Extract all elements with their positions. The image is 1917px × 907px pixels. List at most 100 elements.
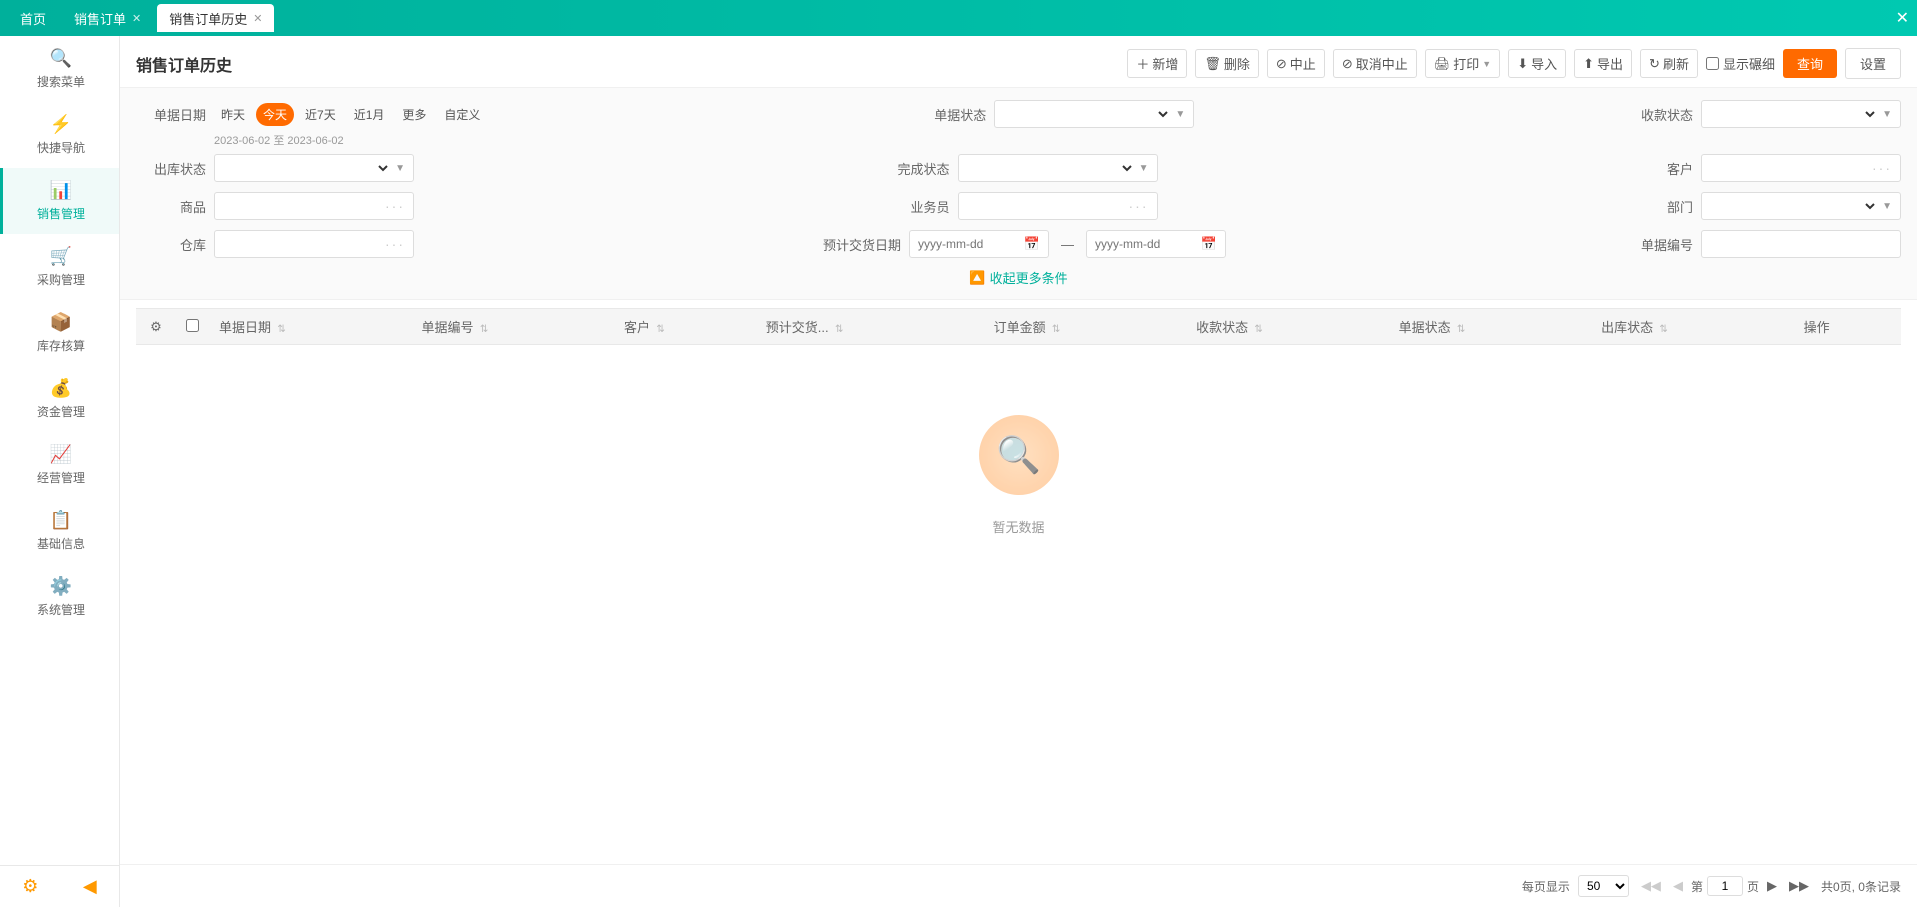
stop-button[interactable]: ⊘ 中止 [1267, 49, 1325, 78]
sort-customer-icon[interactable]: ⇅ [656, 324, 664, 335]
order-num-text-input[interactable] [1710, 237, 1892, 251]
purchase-mgmt-icon: 🛒 [50, 246, 72, 267]
sort-date-icon[interactable]: ⇅ [277, 324, 285, 335]
complete-select[interactable]: ▼ [958, 154, 1158, 182]
sort-num-icon[interactable]: ⇅ [480, 324, 488, 335]
tab-sales-order-close[interactable]: ✕ [132, 12, 141, 25]
export-button[interactable]: ⬆ 导出 [1574, 49, 1632, 78]
delivery-date-to[interactable]: 📅 [1086, 230, 1226, 258]
th-date[interactable]: 单据日期 ⇅ [209, 309, 412, 345]
th-customer[interactable]: 客户 ⇅ [614, 309, 756, 345]
cancel-stop-button[interactable]: ⊘ 取消中止 [1333, 49, 1417, 78]
salesperson-dots-btn[interactable]: ··· [1129, 198, 1149, 214]
sidebar-item-operations[interactable]: 📈 经营管理 [0, 432, 119, 498]
customer-text-input[interactable] [1710, 161, 1868, 175]
collapse-more-row[interactable]: 🔼 收起更多条件 [136, 268, 1901, 287]
calendar-to-icon[interactable]: 📅 [1201, 236, 1217, 252]
sort-amount-icon[interactable]: ⇅ [1052, 324, 1060, 335]
th-gear[interactable]: ⚙ [136, 309, 176, 345]
tab-sales-order[interactable]: 销售订单 ✕ [62, 4, 153, 32]
page-size-select[interactable]: 50 10 20 100 [1578, 875, 1629, 897]
delete-button[interactable]: 🗑 删除 [1195, 49, 1259, 78]
th-check[interactable] [176, 309, 209, 345]
topbar-close-btn[interactable]: ✕ [1896, 8, 1909, 28]
sort-order-status-icon[interactable]: ⇅ [1457, 324, 1465, 335]
first-page-btn[interactable]: ◀◀ [1637, 876, 1665, 896]
complete-select-input[interactable] [967, 160, 1135, 176]
status-select-input[interactable] [1003, 106, 1171, 122]
sidebar-item-basic-info[interactable]: 📋 基础信息 [0, 498, 119, 564]
print-button[interactable]: 🖨 打印 ▼ [1425, 49, 1500, 78]
sidebar-item-quick-nav[interactable]: ⚡ 快捷导航 [0, 102, 119, 168]
sort-payment-status-icon[interactable]: ⇅ [1254, 324, 1262, 335]
display-cols-input[interactable] [1706, 57, 1719, 70]
date-btn-custom[interactable]: 自定义 [437, 103, 487, 126]
tab-sales-order-history-close[interactable]: ✕ [253, 12, 262, 25]
status-select[interactable]: ▼ [994, 100, 1194, 128]
last-page-btn[interactable]: ▶▶ [1785, 876, 1813, 896]
next-page-btn[interactable]: ▶ [1763, 876, 1781, 896]
order-num-input[interactable] [1701, 230, 1901, 258]
add-button[interactable]: ＋ 新增 [1127, 49, 1187, 78]
import-button[interactable]: ⬇ 导入 [1508, 49, 1566, 78]
dept-select-input[interactable] [1710, 198, 1878, 214]
th-payment-status[interactable]: 收款状态 ⇅ [1186, 309, 1389, 345]
date-btn-1month[interactable]: 近1月 [347, 103, 392, 126]
th-outbound-status[interactable]: 出库状态 ⇅ [1591, 309, 1794, 345]
sidebar-item-operations-label: 经营管理 [37, 469, 85, 486]
sidebar-item-search-menu[interactable]: 🔍 搜索菜单 [0, 36, 119, 102]
sidebar-item-inventory[interactable]: 📦 库存核算 [0, 300, 119, 366]
display-cols-checkbox[interactable]: 显示碾细 [1706, 54, 1775, 73]
sales-mgmt-icon: 📊 [50, 180, 72, 201]
th-amount[interactable]: 订单金额 ⇅ [984, 309, 1187, 345]
sidebar-item-purchase-mgmt[interactable]: 🛒 采购管理 [0, 234, 119, 300]
date-btn-yesterday[interactable]: 昨天 [214, 103, 252, 126]
sort-outbound-status-icon[interactable]: ⇅ [1659, 324, 1667, 335]
th-amount-label: 订单金额 [994, 320, 1046, 335]
salesperson-text-input[interactable] [967, 199, 1125, 213]
date-btn-more[interactable]: 更多 [395, 103, 433, 126]
query-button[interactable]: 查询 [1783, 49, 1837, 78]
th-order-status[interactable]: 单据状态 ⇅ [1389, 309, 1592, 345]
goods-text-input[interactable] [223, 199, 381, 213]
date-range-buttons: 昨天 今天 近7天 近1月 更多 自定义 [214, 103, 487, 126]
sidebar-collapse-icon[interactable]: ◀ [83, 876, 97, 897]
tab-home[interactable]: 首页 [8, 4, 58, 32]
warehouse-text-input[interactable] [223, 237, 381, 251]
outbound-select-input[interactable] [223, 160, 391, 176]
quick-nav-icon: ⚡ [50, 114, 72, 135]
prev-page-btn[interactable]: ◀ [1669, 876, 1687, 896]
warehouse-dots-btn[interactable]: ··· [385, 236, 405, 252]
collapse-label[interactable]: 收起更多条件 [990, 268, 1068, 287]
sidebar-item-sales-mgmt[interactable]: 📊 销售管理 [0, 168, 119, 234]
customer-input[interactable]: ··· [1701, 154, 1901, 182]
sort-delivery-icon[interactable]: ⇅ [835, 324, 843, 335]
dept-select[interactable]: ▼ [1701, 192, 1901, 220]
sidebar-item-sys-mgmt[interactable]: ⚙️ 系统管理 [0, 564, 119, 630]
delivery-date-from[interactable]: 📅 [909, 230, 1049, 258]
th-outbound-status-label: 出库状态 [1601, 320, 1653, 335]
gear-icon[interactable]: ⚙ [150, 319, 162, 334]
goods-input[interactable]: ··· [214, 192, 414, 220]
payment-select-input[interactable] [1710, 106, 1878, 122]
th-delivery[interactable]: 预计交货... ⇅ [756, 309, 984, 345]
refresh-button[interactable]: ↻ 刷新 [1640, 49, 1698, 78]
select-all-checkbox[interactable] [186, 319, 199, 332]
salesperson-input[interactable]: ··· [958, 192, 1158, 220]
settings-button[interactable]: 设置 [1845, 48, 1901, 79]
delivery-date-to-input[interactable] [1095, 237, 1197, 251]
sidebar-settings-icon[interactable]: ⚙ [22, 876, 38, 897]
customer-dots-btn[interactable]: ··· [1872, 160, 1892, 176]
date-btn-today[interactable]: 今天 [256, 103, 294, 126]
page-input[interactable] [1707, 876, 1743, 896]
payment-select[interactable]: ▼ [1701, 100, 1901, 128]
tab-sales-order-history[interactable]: 销售订单历史 ✕ [157, 4, 274, 32]
th-num[interactable]: 单据编号 ⇅ [412, 309, 615, 345]
sidebar-item-finance[interactable]: 💰 资金管理 [0, 366, 119, 432]
calendar-from-icon[interactable]: 📅 [1024, 236, 1040, 252]
outbound-select[interactable]: ▼ [214, 154, 414, 182]
warehouse-input[interactable]: ··· [214, 230, 414, 258]
goods-dots-btn[interactable]: ··· [385, 198, 405, 214]
delivery-date-from-input[interactable] [918, 237, 1020, 251]
date-btn-7days[interactable]: 近7天 [298, 103, 343, 126]
